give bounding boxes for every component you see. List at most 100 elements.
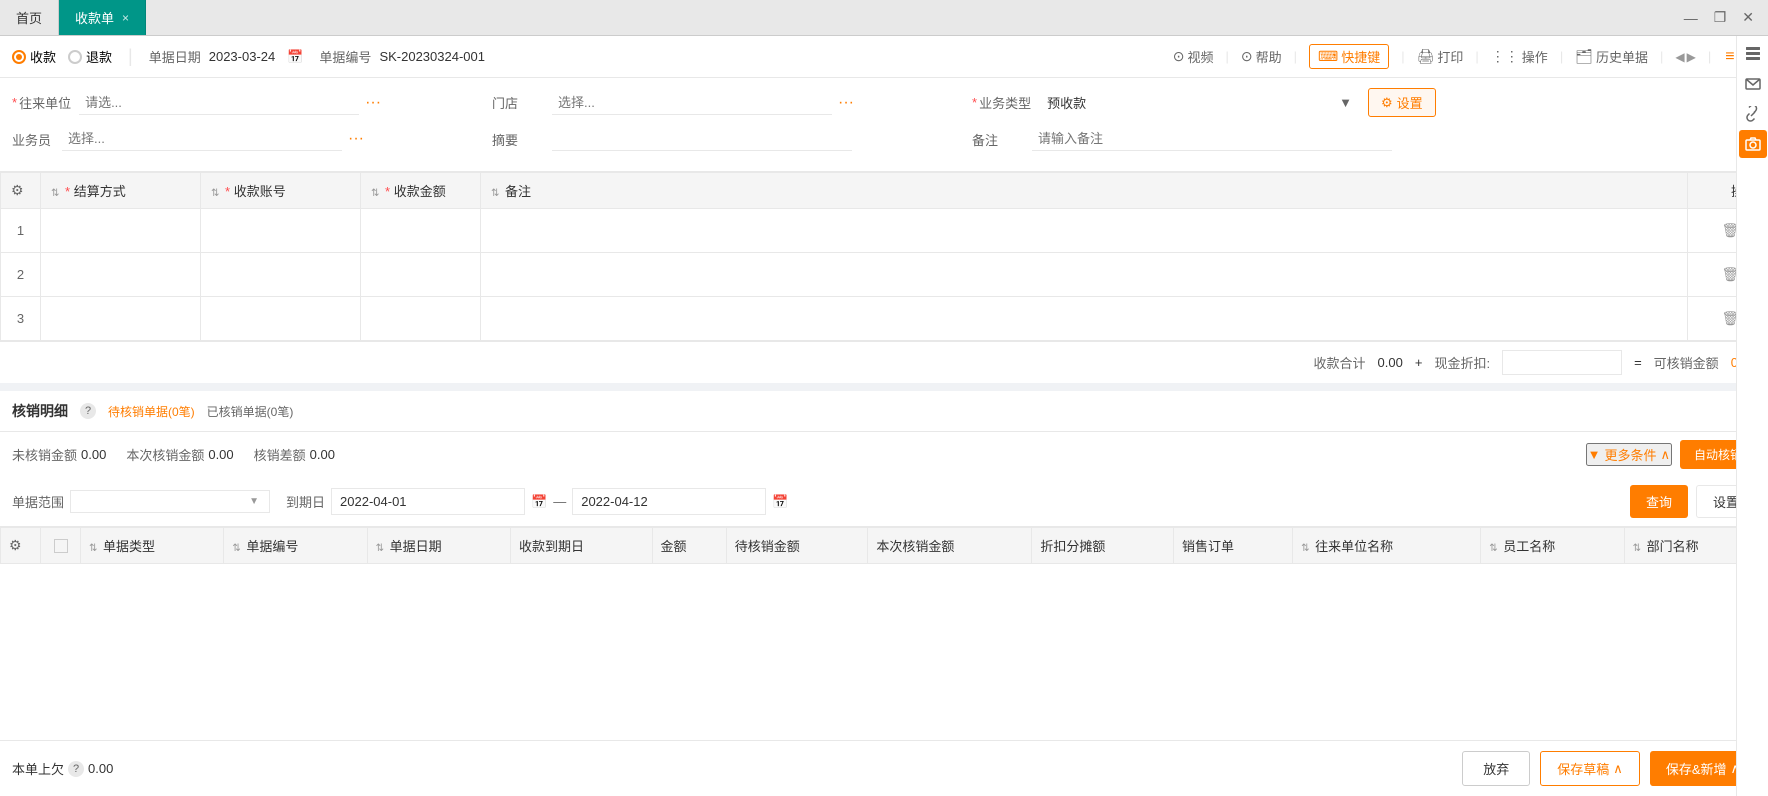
bottom-th-pending: 待核销金额 xyxy=(726,528,868,564)
bottom-table-gear-button[interactable]: ⚙ xyxy=(9,537,22,554)
sidebar-table-icon[interactable] xyxy=(1739,40,1767,68)
remark-field: 备注 xyxy=(972,127,1472,151)
shortcut-icon: ⌨ xyxy=(1318,48,1338,65)
date-end-calendar-icon[interactable]: 📅 xyxy=(772,494,788,510)
doc-date-calendar-icon[interactable]: 📅 xyxy=(287,49,303,65)
verification-help-icon[interactable]: ? xyxy=(80,403,96,419)
doc-date-value[interactable]: 2023-03-24 xyxy=(209,49,276,64)
discount-input[interactable] xyxy=(1502,350,1622,375)
date-start-calendar-icon[interactable]: 📅 xyxy=(531,494,547,510)
tab-home[interactable]: 首页 xyxy=(0,0,59,35)
th-account-label: 收款账号 xyxy=(234,184,286,199)
th-amount-label: 收款金额 xyxy=(394,184,446,199)
tab-close-icon[interactable]: × xyxy=(122,11,129,25)
tab-active[interactable]: 收款单 × xyxy=(59,0,146,35)
remark-input[interactable] xyxy=(1032,127,1392,151)
summary-input[interactable] xyxy=(552,127,852,151)
row-3-amount[interactable] xyxy=(361,297,481,341)
business-type-chevron-icon[interactable]: ▼ xyxy=(1339,95,1352,110)
row-2-remark[interactable] xyxy=(481,253,1688,297)
summary-row: 收款合计 0.00 + 现金折扣: = 可核销金额 0.00 xyxy=(0,341,1768,383)
store-input[interactable] xyxy=(552,91,832,115)
print-label: 打印 xyxy=(1437,47,1463,66)
doc-type-label: 单据类型 xyxy=(103,539,155,554)
close-window-icon[interactable]: ✕ xyxy=(1738,7,1758,28)
sales-order-label: 销售订单 xyxy=(1182,539,1234,554)
pending-tab[interactable]: 待核销单据(0笔) xyxy=(108,403,195,420)
row-1-amount[interactable] xyxy=(361,209,481,253)
abandon-button[interactable]: 放弃 xyxy=(1462,751,1530,786)
table-gear-button[interactable]: ⚙ xyxy=(11,182,24,199)
staff-col-label: 员工名称 xyxy=(1503,539,1555,554)
biz-required-mark: * xyxy=(972,95,977,110)
row-2-amount[interactable] xyxy=(361,253,481,297)
date-label: 到期日 xyxy=(286,492,325,511)
staff-input[interactable] xyxy=(62,127,342,151)
tab-home-label: 首页 xyxy=(16,8,42,27)
action-history[interactable]: 🗂 历史单据 xyxy=(1575,47,1648,66)
settings-gear-icon: ⚙ xyxy=(1381,95,1393,111)
doc-no-value: SK-20230324-001 xyxy=(379,49,485,64)
action-operation[interactable]: ⋮⋮ 操作 xyxy=(1491,47,1548,66)
action-shortcut[interactable]: ⌨ 快捷键 xyxy=(1309,44,1389,69)
restore-icon[interactable]: ❐ xyxy=(1710,7,1731,28)
action-print[interactable]: 🖨 打印 xyxy=(1417,47,1464,66)
row-1-remark[interactable] xyxy=(481,209,1688,253)
unchecked-label: 未核销金额 xyxy=(12,445,77,464)
store-label: 门店 xyxy=(492,93,552,112)
partner-input[interactable] xyxy=(79,91,359,115)
bottom-bar: 本单上欠 ? 0.00 放弃 保存草稿 ∧ 保存&新增 ∧ xyxy=(0,740,1768,796)
list-view-icon[interactable]: ≡ xyxy=(1723,48,1736,66)
date-start-input[interactable] xyxy=(331,488,525,515)
draft-button[interactable]: 保存草稿 ∧ xyxy=(1540,751,1640,786)
verified-tab[interactable]: 已核销单据(0笔) xyxy=(207,403,294,420)
more-conditions-btn[interactable]: ▼ 更多条件 ∧ xyxy=(1586,443,1672,466)
business-type-value: 预收款 xyxy=(1047,93,1333,112)
radio-receipt[interactable]: 收款 xyxy=(12,47,56,66)
bottom-th-due-date: 收款到期日 xyxy=(510,528,652,564)
action-help[interactable]: ⊙ 帮助 xyxy=(1241,47,1282,66)
total-label: 收款合计 xyxy=(1314,353,1366,372)
remark-label: 备注 xyxy=(972,130,1032,149)
tab-bar-right: — ❐ ✕ xyxy=(1680,7,1768,28)
bottom-th-partner: ⇅ 往来单位名称 xyxy=(1293,528,1481,564)
partner-more-icon[interactable]: ··· xyxy=(365,94,381,112)
bottom-th-doc-date: ⇅ 单据日期 xyxy=(367,528,510,564)
staff-more-icon[interactable]: ··· xyxy=(348,130,364,148)
row-2-account[interactable] xyxy=(201,253,361,297)
nav-prev-icon[interactable]: ◀ xyxy=(1675,50,1684,64)
bottom-help-icon[interactable]: ? xyxy=(68,761,84,777)
table-area: ⚙ ⇅ * 结算方式 ⇅ * 收款账号 ⇅ * 收款 xyxy=(0,172,1768,341)
action-video[interactable]: ⊙ 视频 xyxy=(1173,47,1214,66)
nav-arrows: ◀ ▶ xyxy=(1675,50,1695,64)
row-3-settle[interactable] xyxy=(41,297,201,341)
query-button[interactable]: 查询 xyxy=(1630,485,1688,518)
doc-date-label: 单据日期 xyxy=(149,47,201,66)
row-2-settle[interactable] xyxy=(41,253,201,297)
row-1-settle[interactable] xyxy=(41,209,201,253)
history-label: 历史单据 xyxy=(1596,47,1648,66)
sidebar-link-icon[interactable] xyxy=(1739,100,1767,128)
sidebar-email-icon[interactable] xyxy=(1739,70,1767,98)
verification-section: 核销明细 ? 待核销单据(0笔) 已核销单据(0笔) 未核销金额 0.00 本次… xyxy=(0,391,1768,740)
store-more-icon[interactable]: ··· xyxy=(838,94,854,112)
right-sidebar xyxy=(1736,36,1768,796)
sidebar-camera-icon[interactable] xyxy=(1739,130,1767,158)
select-all-checkbox[interactable] xyxy=(54,539,68,553)
row-1-account[interactable] xyxy=(201,209,361,253)
date-end-input[interactable] xyxy=(572,488,766,515)
shortcut-label: 快捷键 xyxy=(1341,47,1380,66)
nav-next-icon[interactable]: ▶ xyxy=(1687,50,1696,64)
radio-refund-label: 退款 xyxy=(86,47,112,66)
minimize-icon[interactable]: — xyxy=(1680,8,1702,28)
staff-label: 业务员 xyxy=(12,130,62,149)
stats-row: 未核销金额 0.00 本次核销金额 0.00 核销差额 0.00 ▼ 更多条件 … xyxy=(0,432,1768,477)
current-label: 本次核销金额 xyxy=(126,445,204,464)
row-3-remark[interactable] xyxy=(481,297,1688,341)
radio-receipt-label: 收款 xyxy=(30,47,56,66)
row-3-account[interactable] xyxy=(201,297,361,341)
radio-refund[interactable]: 退款 xyxy=(68,47,112,66)
print-icon: 🖨 xyxy=(1417,48,1435,65)
settings-button[interactable]: ⚙ 设置 xyxy=(1368,88,1436,117)
range-select[interactable]: ▼ xyxy=(70,490,270,513)
